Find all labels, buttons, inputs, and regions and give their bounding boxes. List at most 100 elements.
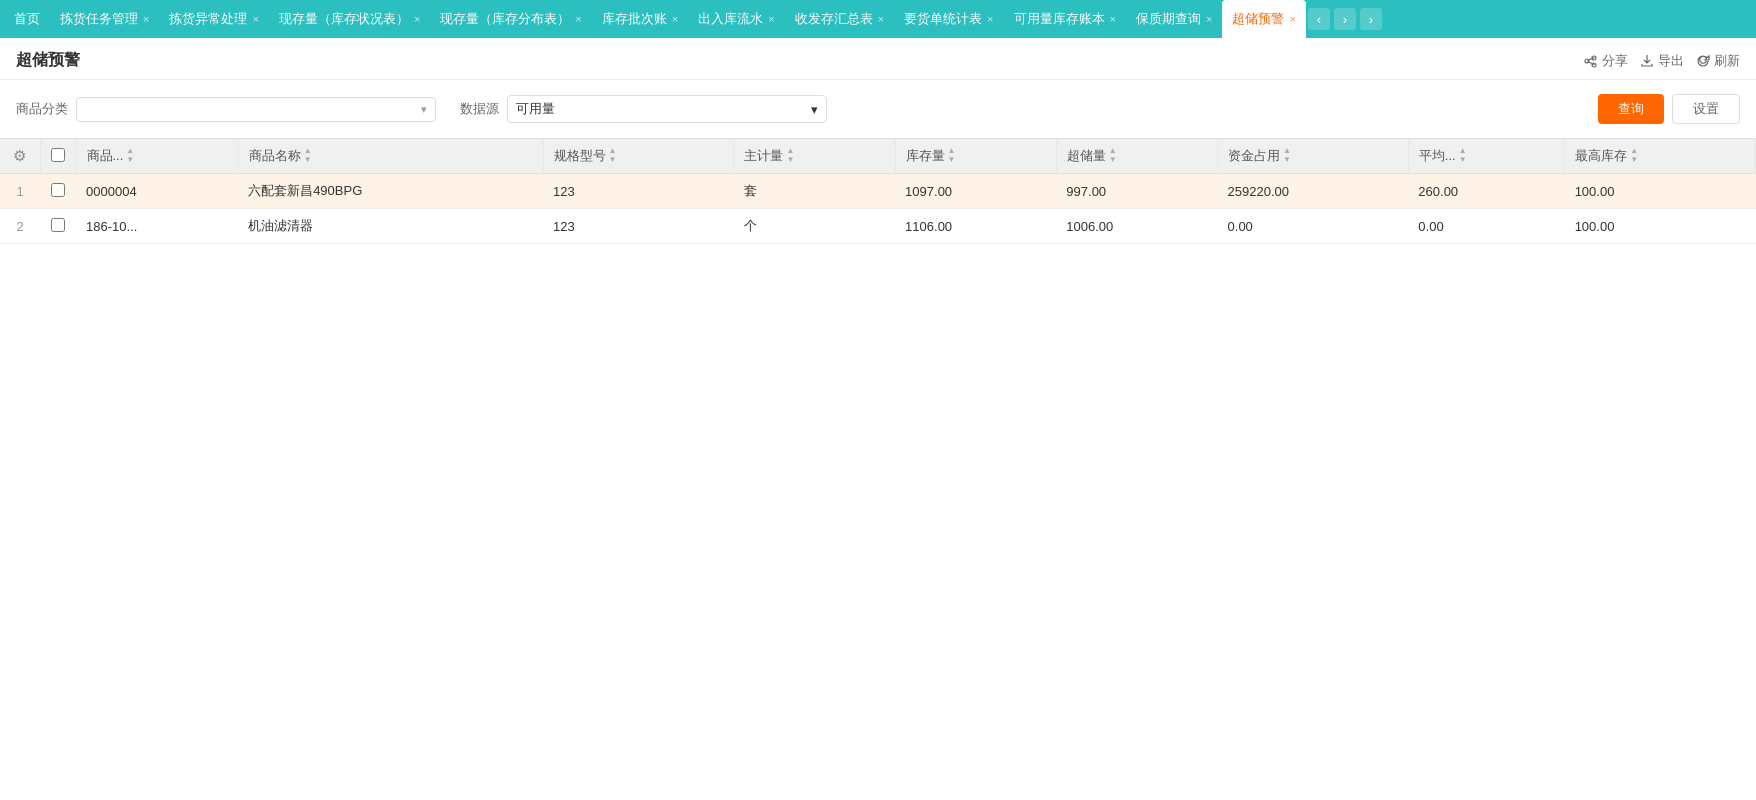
nav-close-icon[interactable]: × xyxy=(987,13,993,25)
cell-unit: 个 xyxy=(734,209,895,244)
nav-label: 出入库流水 xyxy=(698,10,763,28)
table-container: ⚙ 商品... ▲▼ 商品名称 ▲▼ xyxy=(0,138,1756,244)
nav-close-icon[interactable]: × xyxy=(768,13,774,25)
nav-inout-flow[interactable]: 出入库流水 × xyxy=(688,0,784,38)
cell-product-code: 0000004 xyxy=(76,174,238,209)
sort-icon: ▲▼ xyxy=(1109,147,1117,165)
sort-icon: ▲▼ xyxy=(609,147,617,165)
share-icon xyxy=(1584,54,1598,68)
col-avg[interactable]: 平均... ▲▼ xyxy=(1408,139,1564,174)
refresh-button[interactable]: 刷新 xyxy=(1696,52,1740,70)
main-content: 超储预警 分享 导出 刷新 商品分类 ▾ 数据源 xyxy=(0,38,1756,800)
filter-bar: 商品分类 ▾ 数据源 可用量 ▾ 查询 设置 xyxy=(0,80,1756,138)
col-overstock[interactable]: 超储量 ▲▼ xyxy=(1056,139,1217,174)
nav-home-label: 首页 xyxy=(14,10,40,28)
nav-available-ledger[interactable]: 可用量库存账本 × xyxy=(1004,0,1126,38)
datasource-chevron-icon: ▾ xyxy=(811,102,818,117)
nav-prev-arrow[interactable]: ‹ xyxy=(1308,8,1330,30)
nav-label: 超储预警 xyxy=(1232,10,1284,28)
settings-button[interactable]: 设置 xyxy=(1672,94,1740,124)
nav-picking-task[interactable]: 拣货任务管理 × xyxy=(50,0,159,38)
nav-quality-period[interactable]: 保质期查询 × xyxy=(1126,0,1222,38)
filter-actions: 查询 设置 xyxy=(1598,94,1740,124)
sort-icon: ▲▼ xyxy=(786,147,794,165)
cell-avg: 260.00 xyxy=(1408,174,1564,209)
header-actions: 分享 导出 刷新 xyxy=(1584,52,1740,70)
cell-spec: 123 xyxy=(543,209,734,244)
col-unit[interactable]: 主计量 ▲▼ xyxy=(734,139,895,174)
col-gear: ⚙ xyxy=(0,139,40,174)
sort-icon: ▲▼ xyxy=(126,147,134,165)
select-all-checkbox[interactable] xyxy=(51,148,65,162)
col-product-name[interactable]: 商品名称 ▲▼ xyxy=(238,139,543,174)
cell-max-stock: 100.00 xyxy=(1565,209,1756,244)
product-category-label: 商品分类 xyxy=(16,100,68,118)
export-button[interactable]: 导出 xyxy=(1640,52,1684,70)
nav-label: 保质期查询 xyxy=(1136,10,1201,28)
nav-label: 拣货异常处理 xyxy=(169,10,247,28)
nav-label: 收发存汇总表 xyxy=(795,10,873,28)
nav-home[interactable]: 首页 xyxy=(4,0,50,38)
product-category-select[interactable]: ▾ xyxy=(76,97,436,122)
overstock-table: ⚙ 商品... ▲▼ 商品名称 ▲▼ xyxy=(0,138,1756,244)
cell-product-name: 六配套新昌490BPG xyxy=(238,174,543,209)
nav-close-icon[interactable]: × xyxy=(878,13,884,25)
nav-next-arrow[interactable]: › xyxy=(1334,8,1356,30)
cell-avg: 0.00 xyxy=(1408,209,1564,244)
page-title: 超储预警 xyxy=(16,50,80,71)
cell-product-code: 186-10... xyxy=(76,209,238,244)
nav-label: 要货单统计表 xyxy=(904,10,982,28)
nav-close-icon[interactable]: × xyxy=(575,13,581,25)
nav-close-icon[interactable]: × xyxy=(1289,13,1295,25)
top-navigation: 首页 拣货任务管理 × 拣货异常处理 × 现存量（库存状况表） × 现存量（库存… xyxy=(0,0,1756,38)
col-checkbox xyxy=(40,139,76,174)
table-row[interactable]: 1 0000004 六配套新昌490BPG 123 套 1097.00 997.… xyxy=(0,174,1756,209)
col-max-stock[interactable]: 最高库存 ▲▼ xyxy=(1565,139,1756,174)
nav-stock-dist[interactable]: 现存量（库存分布表） × xyxy=(430,0,591,38)
cell-spec: 123 xyxy=(543,174,734,209)
sort-icon: ▲▼ xyxy=(948,147,956,165)
refresh-icon xyxy=(1696,54,1710,68)
nav-close-icon[interactable]: × xyxy=(672,13,678,25)
nav-label: 可用量库存账本 xyxy=(1014,10,1105,28)
col-product-code[interactable]: 商品... ▲▼ xyxy=(76,139,238,174)
product-category-chevron-icon: ▾ xyxy=(421,103,427,116)
datasource-select[interactable]: 可用量 ▾ xyxy=(507,95,827,123)
table-header: ⚙ 商品... ▲▼ 商品名称 ▲▼ xyxy=(0,139,1756,174)
gear-icon[interactable]: ⚙ xyxy=(13,147,26,164)
row-checkbox[interactable] xyxy=(51,183,65,197)
cell-capital: 259220.00 xyxy=(1218,174,1409,209)
cell-overstock: 1006.00 xyxy=(1056,209,1217,244)
query-button[interactable]: 查询 xyxy=(1598,94,1664,124)
sort-icon: ▲▼ xyxy=(1630,147,1638,165)
row-checkbox[interactable] xyxy=(51,218,65,232)
row-checkbox-cell xyxy=(40,209,76,244)
nav-order-stats[interactable]: 要货单统计表 × xyxy=(894,0,1003,38)
col-spec[interactable]: 规格型号 ▲▼ xyxy=(543,139,734,174)
sort-icon: ▲▼ xyxy=(304,147,312,165)
nav-summary[interactable]: 收发存汇总表 × xyxy=(785,0,894,38)
nav-picking-exception[interactable]: 拣货异常处理 × xyxy=(159,0,268,38)
page-header: 超储预警 分享 导出 刷新 xyxy=(0,38,1756,80)
nav-overstock-warning[interactable]: 超储预警 × xyxy=(1222,0,1305,38)
nav-batch-ledger[interactable]: 库存批次账 × xyxy=(592,0,688,38)
export-icon xyxy=(1640,54,1654,68)
sort-icon: ▲▼ xyxy=(1283,147,1291,165)
nav-stock-status[interactable]: 现存量（库存状况表） × xyxy=(269,0,430,38)
nav-close-icon[interactable]: × xyxy=(143,13,149,25)
col-stock[interactable]: 库存量 ▲▼ xyxy=(895,139,1056,174)
nav-close-icon[interactable]: × xyxy=(414,13,420,25)
nav-close-icon[interactable]: × xyxy=(1110,13,1116,25)
cell-overstock: 997.00 xyxy=(1056,174,1217,209)
col-capital[interactable]: 资金占用 ▲▼ xyxy=(1218,139,1409,174)
nav-label: 库存批次账 xyxy=(602,10,667,28)
cell-capital: 0.00 xyxy=(1218,209,1409,244)
nav-label: 现存量（库存状况表） xyxy=(279,10,409,28)
nav-close-icon[interactable]: × xyxy=(252,13,258,25)
share-button[interactable]: 分享 xyxy=(1584,52,1628,70)
nav-more-arrow[interactable]: › xyxy=(1360,8,1382,30)
table-body: 1 0000004 六配套新昌490BPG 123 套 1097.00 997.… xyxy=(0,174,1756,244)
datasource-filter: 数据源 可用量 ▾ xyxy=(460,95,827,123)
table-row[interactable]: 2 186-10... 机油滤清器 123 个 1106.00 1006.00 … xyxy=(0,209,1756,244)
nav-close-icon[interactable]: × xyxy=(1206,13,1212,25)
